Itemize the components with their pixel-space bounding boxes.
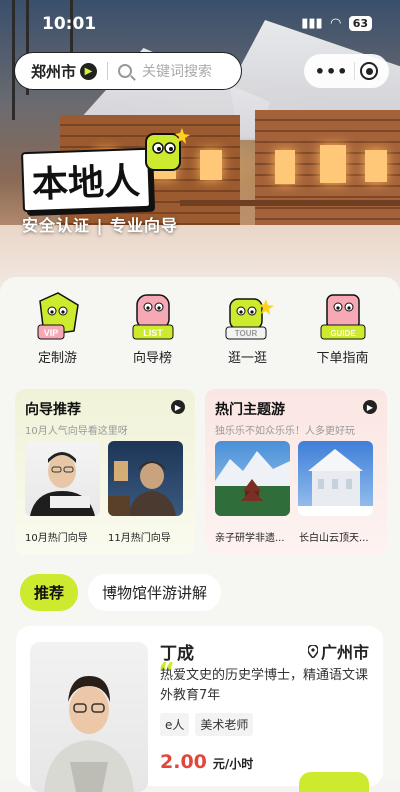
guide-tag: e人 [160,713,190,736]
category-guide-ranking[interactable]: LIST 向导榜 [113,289,193,366]
brand-title: 本地人 [20,147,152,213]
signal-icon: ▮▮▮ [301,16,323,31]
main-content: VIP 定制游 LIST 向导榜 TOUR 逛一逛 GUIDE 下单指南 向导推… [0,277,400,792]
miniprogram-capsule[interactable]: ••• [304,54,389,88]
chevron-right-icon[interactable]: ▶ [363,400,377,414]
thumb-caption: 长白山云顶天... [299,533,369,544]
chevron-right-icon[interactable]: ▶ [171,400,185,414]
guide-photo [108,461,176,516]
list-mascot-icon: LIST [132,294,173,340]
svg-text:TOUR: TOUR [234,329,257,338]
search-icon [118,64,133,78]
guide-thumb-october[interactable] [25,441,100,516]
guide-avatar [30,642,148,792]
theme-thumb-family[interactable] [215,441,290,516]
price-unit: 元/小时 [212,757,254,771]
category-label: 向导榜 [132,351,172,366]
search-input[interactable]: 关键词搜索 [142,61,212,81]
chevron-right-icon[interactable]: ▶ [80,62,98,80]
battery-icon: 63 [348,16,372,31]
category-label: 定制游 [37,351,77,366]
tab-recommend[interactable]: 推荐 [20,574,79,611]
tour-mascot-icon: TOUR [225,298,274,340]
svg-text:LIST: LIST [143,328,163,338]
category-label: 逛一逛 [227,351,267,366]
close-miniprogram-icon[interactable] [360,62,379,80]
search-bar[interactable]: 郑州市 ▶ 关键词搜索 [14,52,242,90]
guide-recommend-panel[interactable]: 向导推荐 10月人气向导看这里呀 ▶ 10月热门向导 11月热门向导 [15,389,195,555]
vip-mascot-icon: VIP [37,292,79,340]
panel-title: 热门主题游 [215,402,285,418]
thumb-caption: 11月热门向导 [108,533,171,544]
more-icon[interactable]: ••• [315,62,349,81]
guide-tags: e人 美术老师 [160,713,254,736]
location-label: 广州市 [320,643,369,662]
price-value: 2.00 [160,751,207,773]
status-time: 10:01 [42,14,97,34]
category-label: 下单指南 [316,351,369,366]
guide-location: 广州市 [307,639,369,663]
thumb-caption: 亲子研学非遗... [215,533,285,544]
guide-portrait [44,676,134,792]
guide-thumb-november[interactable] [108,441,183,516]
guide-price: 2.00 元/小时 [160,751,253,773]
city-selector[interactable]: 郑州市 [31,61,76,82]
panel-title: 向导推荐 [25,402,81,418]
guide-mascot-icon: GUIDE [320,294,365,340]
panel-subtitle: 独乐乐不如众乐乐！人多更好玩 [215,426,355,437]
guide-photo [30,452,95,516]
category-row: VIP 定制游 LIST 向导榜 TOUR 逛一逛 GUIDE 下单指南 [0,289,400,366]
tab-museum-guide[interactable]: 博物馆伴游讲解 [88,574,222,611]
filter-tabs: 推荐 博物馆伴游讲解 [20,574,222,611]
mascot-icon [145,128,190,171]
panel-subtitle: 10月人气向导看这里呀 [25,426,128,437]
thumb-caption: 10月热门向导 [25,533,88,544]
guide-description: 热爱文史的历史学博士，精通语文课外教育7年 [160,668,369,703]
wifi-icon: ◠ [330,16,341,31]
guide-tag: 美术老师 [195,713,254,736]
theme-photo [298,449,373,516]
category-explore[interactable]: TOUR 逛一逛 [208,289,288,366]
svg-text:GUIDE: GUIDE [330,329,356,338]
guide-card[interactable]: 丁成 广州市 “ 热爱文史的历史学博士，精通语文课外教育7年 e人 美术老师 2… [16,626,383,792]
theme-thumb-changbaishan[interactable] [298,441,373,516]
brand-subtitle: 安全认证 | 专业向导 [22,216,178,235]
location-pin-icon [307,644,318,658]
hot-theme-panel[interactable]: 热门主题游 独乐乐不如众乐乐！人多更好玩 ▶ 亲子研学非遗... 长白山云顶天.… [205,389,387,555]
category-custom-tour[interactable]: VIP 定制游 [18,289,98,366]
category-order-guide[interactable]: GUIDE 下单指南 [303,289,383,366]
svg-text:VIP: VIP [43,328,58,338]
theme-photo [215,451,290,516]
book-button[interactable] [299,772,369,792]
status-bar: 10:01 ▮▮▮ ◠ 63 [0,14,400,38]
brand-logo: 本地人 [20,128,190,213]
